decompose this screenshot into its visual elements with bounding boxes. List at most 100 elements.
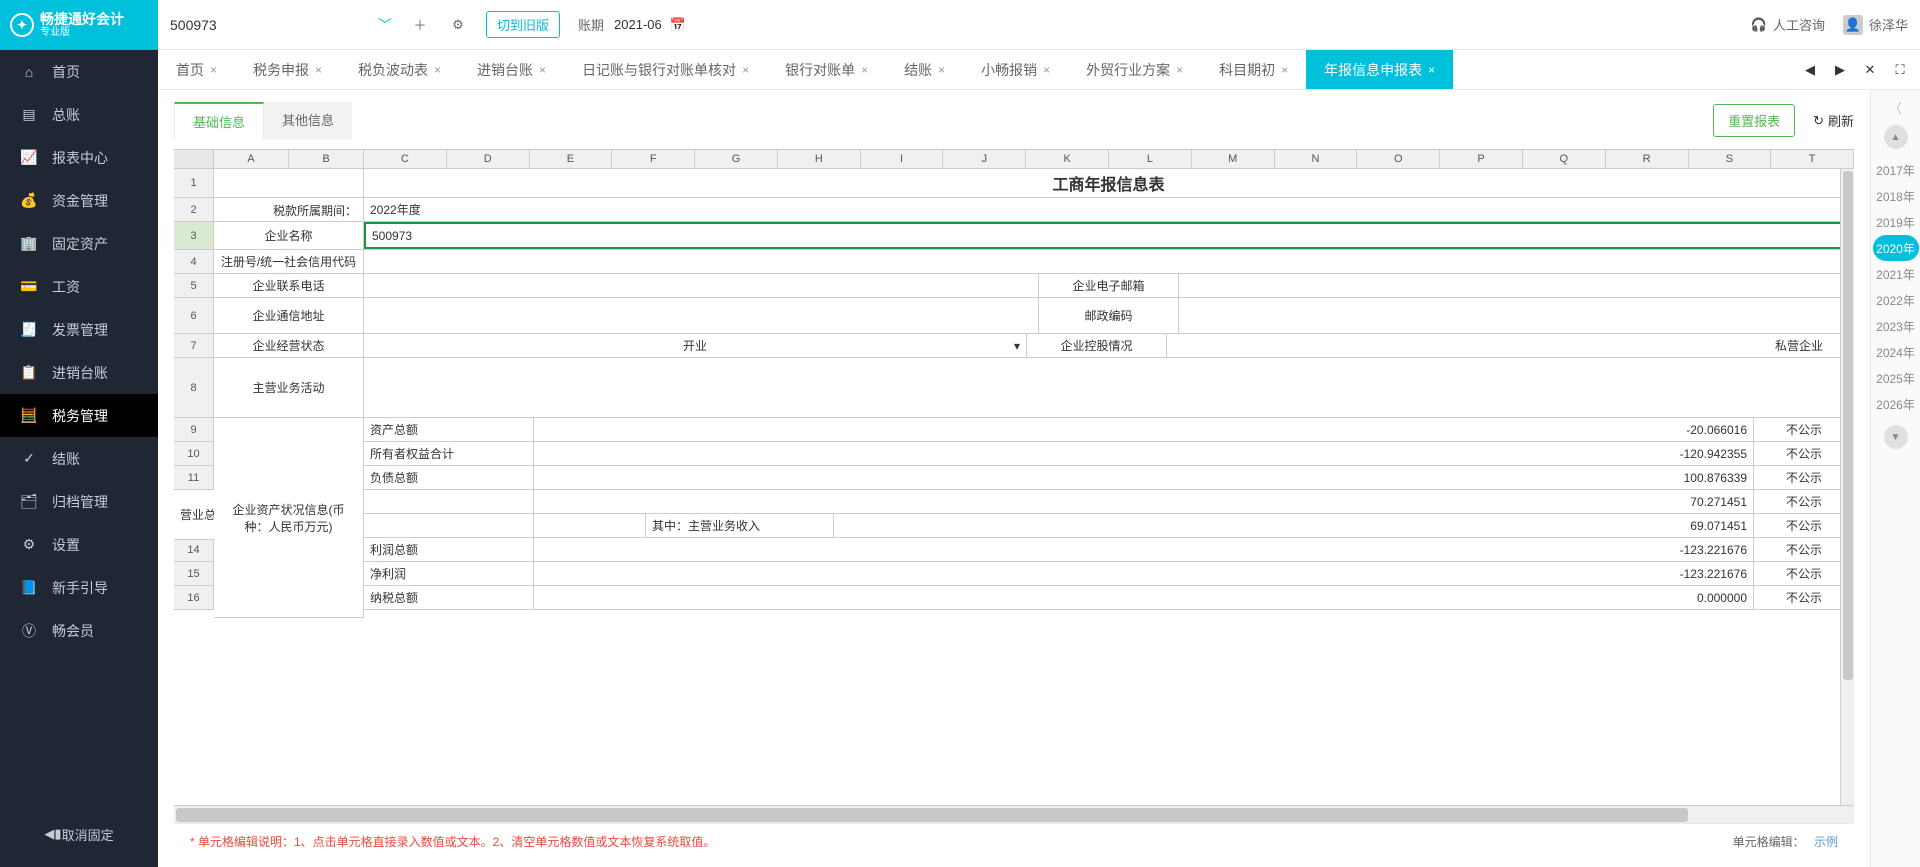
year-item[interactable]: 2017年 — [1873, 157, 1919, 183]
company-name-cell[interactable]: 500973 — [364, 222, 1854, 249]
cell-value[interactable] — [364, 250, 1854, 273]
row-number[interactable]: 15 — [174, 562, 214, 585]
row-number[interactable]: 2 — [174, 198, 214, 221]
sidebar-item-10[interactable]: 🗂归档管理 — [0, 480, 158, 523]
disclosure-select[interactable]: 不公示 — [1754, 442, 1854, 465]
sidebar-item-11[interactable]: ⚙设置 — [0, 523, 158, 566]
calendar-icon[interactable]: 📅 — [670, 17, 686, 33]
cell-value[interactable] — [364, 274, 1039, 297]
sidebar-item-4[interactable]: 🏢固定资产 — [0, 222, 158, 265]
sidebar-item-13[interactable]: Ⓥ畅会员 — [0, 609, 158, 652]
col-header-o[interactable]: O — [1357, 150, 1440, 168]
row-number[interactable]: 8 — [174, 358, 214, 417]
disclosure-select[interactable]: 不公示 — [1754, 418, 1854, 441]
col-header-e[interactable]: E — [530, 150, 613, 168]
col-header-m[interactable]: M — [1192, 150, 1275, 168]
tab-5[interactable]: 银行对账单× — [767, 50, 886, 89]
company-selector[interactable]: 500973 ﹀ — [170, 15, 400, 35]
cell-value[interactable]: 0.000000 — [534, 586, 1754, 609]
tab-10[interactable]: 年报信息申报表× — [1306, 50, 1453, 89]
row-number[interactable]: 7 — [174, 334, 214, 357]
sub-tab-0[interactable]: 基础信息 — [174, 102, 264, 139]
sidebar-item-5[interactable]: 💳工资 — [0, 265, 158, 308]
tabs-close-button[interactable]: ✕ — [1858, 58, 1882, 82]
old-version-button[interactable]: 切到旧版 — [486, 11, 560, 38]
col-header-a[interactable]: A — [214, 150, 289, 168]
cell-value[interactable]: 70.271451 — [534, 490, 1754, 513]
year-next-button[interactable]: ▼ — [1884, 425, 1908, 449]
disclosure-select[interactable]: 不公示 — [1754, 562, 1854, 585]
sidebar-item-7[interactable]: 📋进销台账 — [0, 351, 158, 394]
col-header-k[interactable]: K — [1026, 150, 1109, 168]
sidebar-item-3[interactable]: 💰资金管理 — [0, 179, 158, 222]
col-header-b[interactable]: B — [289, 150, 364, 168]
cell-value[interactable]: -20.066016 — [534, 418, 1754, 441]
year-panel-collapse[interactable]: 〈 — [1889, 98, 1902, 117]
row-number[interactable]: 3 — [174, 222, 214, 249]
col-header-n[interactable]: N — [1275, 150, 1358, 168]
row-number[interactable]: 10 — [174, 442, 214, 465]
cell-value[interactable]: 69.071451 — [834, 514, 1754, 537]
cell-value[interactable]: -123.221676 — [534, 562, 1754, 585]
sidebar-item-0[interactable]: ⌂首页 — [0, 50, 158, 93]
year-prev-button[interactable]: ▲ — [1884, 125, 1908, 149]
select-all-corner[interactable] — [174, 150, 214, 168]
row-number[interactable]: 5 — [174, 274, 214, 297]
tab-6[interactable]: 结账× — [886, 50, 963, 89]
col-header-d[interactable]: D — [447, 150, 530, 168]
row-number[interactable]: 14 — [174, 538, 214, 561]
cell-value[interactable] — [1179, 274, 1854, 297]
row-number[interactable]: 16 — [174, 586, 214, 609]
row-number[interactable]: 4 — [174, 250, 214, 273]
disclosure-select[interactable]: 不公示 — [1754, 490, 1854, 513]
tab-1[interactable]: 税务申报× — [235, 50, 340, 89]
col-header-c[interactable]: C — [364, 150, 447, 168]
col-header-l[interactable]: L — [1109, 150, 1192, 168]
year-item[interactable]: 2026年 — [1873, 391, 1919, 417]
tab-0[interactable]: 首页× — [158, 50, 235, 89]
fullscreen-icon[interactable]: ⛶ — [1888, 58, 1912, 82]
disclosure-select[interactable]: 不公示 — [1754, 466, 1854, 489]
tab-close-icon[interactable]: × — [1176, 63, 1183, 77]
tabs-prev-button[interactable]: ◀ — [1798, 58, 1822, 82]
user-menu[interactable]: 👤 徐泽华 — [1843, 15, 1908, 35]
holding-select[interactable]: 私营企业 — [1167, 334, 1854, 357]
tab-close-icon[interactable]: × — [539, 63, 546, 77]
tab-close-icon[interactable]: × — [1281, 63, 1288, 77]
settings-icon[interactable]: ⚙ — [448, 15, 468, 35]
tab-close-icon[interactable]: × — [742, 63, 749, 77]
add-button[interactable]: ＋ — [410, 15, 430, 35]
sidebar-item-1[interactable]: ▤总账 — [0, 93, 158, 136]
sub-tab-1[interactable]: 其他信息 — [264, 102, 352, 139]
cell-value[interactable] — [364, 358, 1854, 417]
cell-value[interactable] — [364, 298, 1039, 333]
cell-value[interactable]: -120.942355 — [534, 442, 1754, 465]
unpin-button[interactable]: ◀▮ 取消固定 — [0, 816, 158, 852]
year-item[interactable]: 2023年 — [1873, 313, 1919, 339]
tab-4[interactable]: 日记账与银行对账单核对× — [564, 50, 767, 89]
disclosure-select[interactable]: 不公示 — [1754, 538, 1854, 561]
col-header-h[interactable]: H — [778, 150, 861, 168]
col-header-g[interactable]: G — [695, 150, 778, 168]
year-item[interactable]: 2022年 — [1873, 287, 1919, 313]
reset-report-button[interactable]: 重置报表 — [1713, 104, 1795, 137]
tab-3[interactable]: 进销台账× — [459, 50, 564, 89]
tab-9[interactable]: 科目期初× — [1201, 50, 1306, 89]
year-item[interactable]: 2024年 — [1873, 339, 1919, 365]
year-item[interactable]: 2021年 — [1873, 261, 1919, 287]
col-header-r[interactable]: R — [1606, 150, 1689, 168]
business-status-select[interactable]: 开业 — [364, 334, 1027, 357]
col-header-j[interactable]: J — [943, 150, 1026, 168]
disclosure-select[interactable]: 不公示 — [1754, 586, 1854, 609]
col-header-t[interactable]: T — [1771, 150, 1854, 168]
cell-value[interactable]: -123.221676 — [534, 538, 1754, 561]
tab-close-icon[interactable]: × — [1043, 63, 1050, 77]
horizontal-scrollbar[interactable] — [174, 805, 1854, 823]
vertical-scrollbar[interactable] — [1840, 169, 1854, 805]
cell-value[interactable]: 2022年度 — [364, 198, 1854, 221]
year-item[interactable]: 2018年 — [1873, 183, 1919, 209]
tabs-next-button[interactable]: ▶ — [1828, 58, 1852, 82]
year-item[interactable]: 2019年 — [1873, 209, 1919, 235]
tab-close-icon[interactable]: × — [861, 63, 868, 77]
disclosure-select[interactable]: 不公示 — [1754, 514, 1854, 537]
